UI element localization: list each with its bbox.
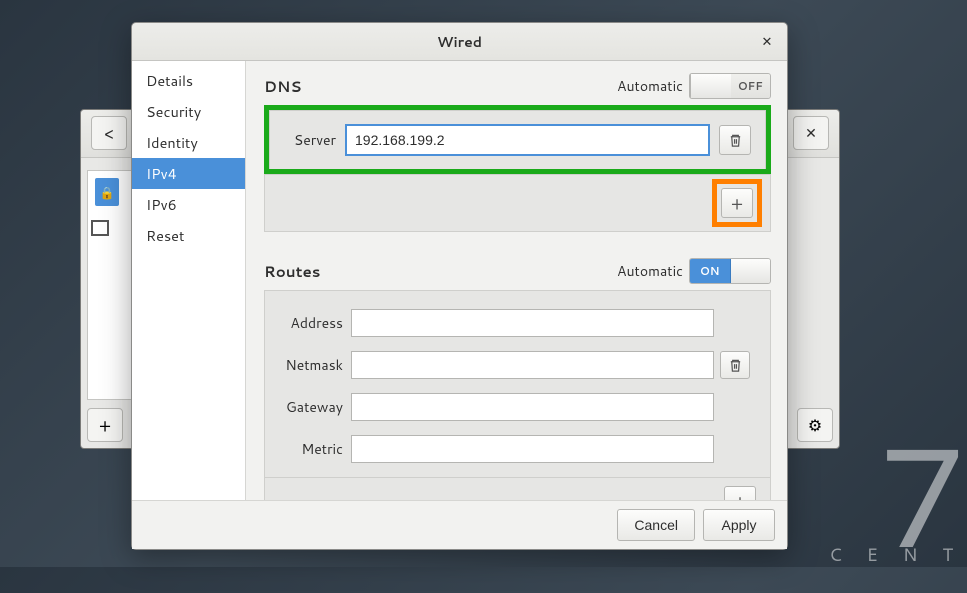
dialog-titlebar: Wired ✕ <box>132 23 787 61</box>
background-lock-badge: 🔒 <box>95 178 119 206</box>
routes-section-header: Routes Automatic ON <box>264 258 771 284</box>
routes-add-button[interactable]: + <box>724 486 756 500</box>
route-metric-label: Metric <box>279 439 351 459</box>
dns-section-header: DNS Automatic OFF <box>264 73 771 99</box>
sidebar-item-label: IPv6 <box>146 194 177 215</box>
route-row-metric: Metric <box>279 435 756 463</box>
sidebar-item-ipv4[interactable]: IPv4 <box>132 158 245 189</box>
dns-server-label: Server <box>284 130 336 150</box>
dns-add-server-button[interactable]: + <box>721 188 753 218</box>
route-netmask-label: Netmask <box>279 355 351 375</box>
brand-number: 7 <box>829 445 967 543</box>
background-gear-button[interactable]: ⚙ <box>797 408 833 442</box>
dns-automatic-label: Automatic <box>617 76 683 96</box>
wired-settings-dialog: Wired ✕ Details Security Identity IPv4 I… <box>131 22 788 550</box>
dns-automatic-toggle[interactable]: OFF <box>689 73 771 99</box>
route-gateway-label: Gateway <box>279 397 351 417</box>
route-gateway-input[interactable] <box>351 393 714 421</box>
sidebar-item-security[interactable]: Security <box>132 96 245 127</box>
settings-sidebar: Details Security Identity IPv4 IPv6 Rese… <box>132 61 246 500</box>
dialog-close-button[interactable]: ✕ <box>755 30 779 54</box>
sidebar-item-label: Identity <box>146 132 198 153</box>
sidebar-item-details[interactable]: Details <box>132 65 245 96</box>
route-metric-input[interactable] <box>351 435 714 463</box>
background-add-button[interactable]: + <box>87 408 123 442</box>
dns-add-bar: + <box>264 174 771 232</box>
plus-icon: + <box>99 412 111 438</box>
chevron-left-icon: < <box>104 120 113 146</box>
desktop-brand: 7 C E N T <box>829 445 967 567</box>
routes-entry-box: Address Netmask <box>264 290 771 477</box>
route-address-input[interactable] <box>351 309 714 337</box>
dialog-body: Details Security Identity IPv4 IPv6 Rese… <box>132 61 787 500</box>
toggle-knob <box>690 74 731 98</box>
sidebar-item-label: IPv4 <box>146 163 177 184</box>
dns-heading: DNS <box>264 76 302 97</box>
background-close-button[interactable]: ✕ <box>793 116 829 150</box>
sidebar-item-label: Reset <box>146 225 184 246</box>
tutorial-highlight-add: + <box>712 179 762 227</box>
route-row-gateway: Gateway <box>279 393 756 421</box>
cancel-button[interactable]: Cancel <box>617 509 695 541</box>
dialog-footer: Cancel Apply <box>132 500 787 549</box>
close-icon: ✕ <box>762 33 773 51</box>
dns-server-input[interactable] <box>346 125 709 155</box>
background-back-button[interactable]: < <box>91 116 127 150</box>
plus-icon: + <box>731 194 743 212</box>
route-delete-button[interactable] <box>720 351 750 379</box>
route-row-address: Address <box>279 309 756 337</box>
sidebar-item-identity[interactable]: Identity <box>132 127 245 158</box>
sidebar-item-ipv6[interactable]: IPv6 <box>132 189 245 220</box>
routes-add-bar: + <box>264 477 771 500</box>
trash-icon <box>728 358 743 373</box>
gear-icon: ⚙ <box>808 414 822 437</box>
sidebar-item-label: Security <box>146 101 201 122</box>
close-icon: ✕ <box>805 123 817 143</box>
ipv4-panel: DNS Automatic OFF Server <box>246 61 787 500</box>
brand-text: C E N T <box>829 541 963 567</box>
routes-automatic-label: Automatic <box>617 261 683 281</box>
tutorial-highlight-server: Server <box>264 105 771 174</box>
plus-icon: + <box>734 492 746 500</box>
route-address-label: Address <box>279 313 351 333</box>
background-device-icon <box>91 220 109 236</box>
toggle-off-label: OFF <box>731 74 771 98</box>
route-netmask-input[interactable] <box>351 351 714 379</box>
sidebar-item-reset[interactable]: Reset <box>132 220 245 251</box>
routes-automatic-toggle[interactable]: ON <box>689 258 771 284</box>
trash-icon <box>728 133 743 148</box>
route-row-netmask: Netmask <box>279 351 756 379</box>
lock-icon: 🔒 <box>100 184 115 201</box>
routes-heading: Routes <box>264 261 320 282</box>
toggle-knob <box>730 259 771 283</box>
dialog-title: Wired <box>437 32 482 52</box>
apply-button[interactable]: Apply <box>703 509 775 541</box>
toggle-on-label: ON <box>690 259 730 283</box>
dns-server-delete-button[interactable] <box>719 125 751 155</box>
dns-server-row: Server <box>269 110 766 169</box>
sidebar-item-label: Details <box>146 70 193 91</box>
